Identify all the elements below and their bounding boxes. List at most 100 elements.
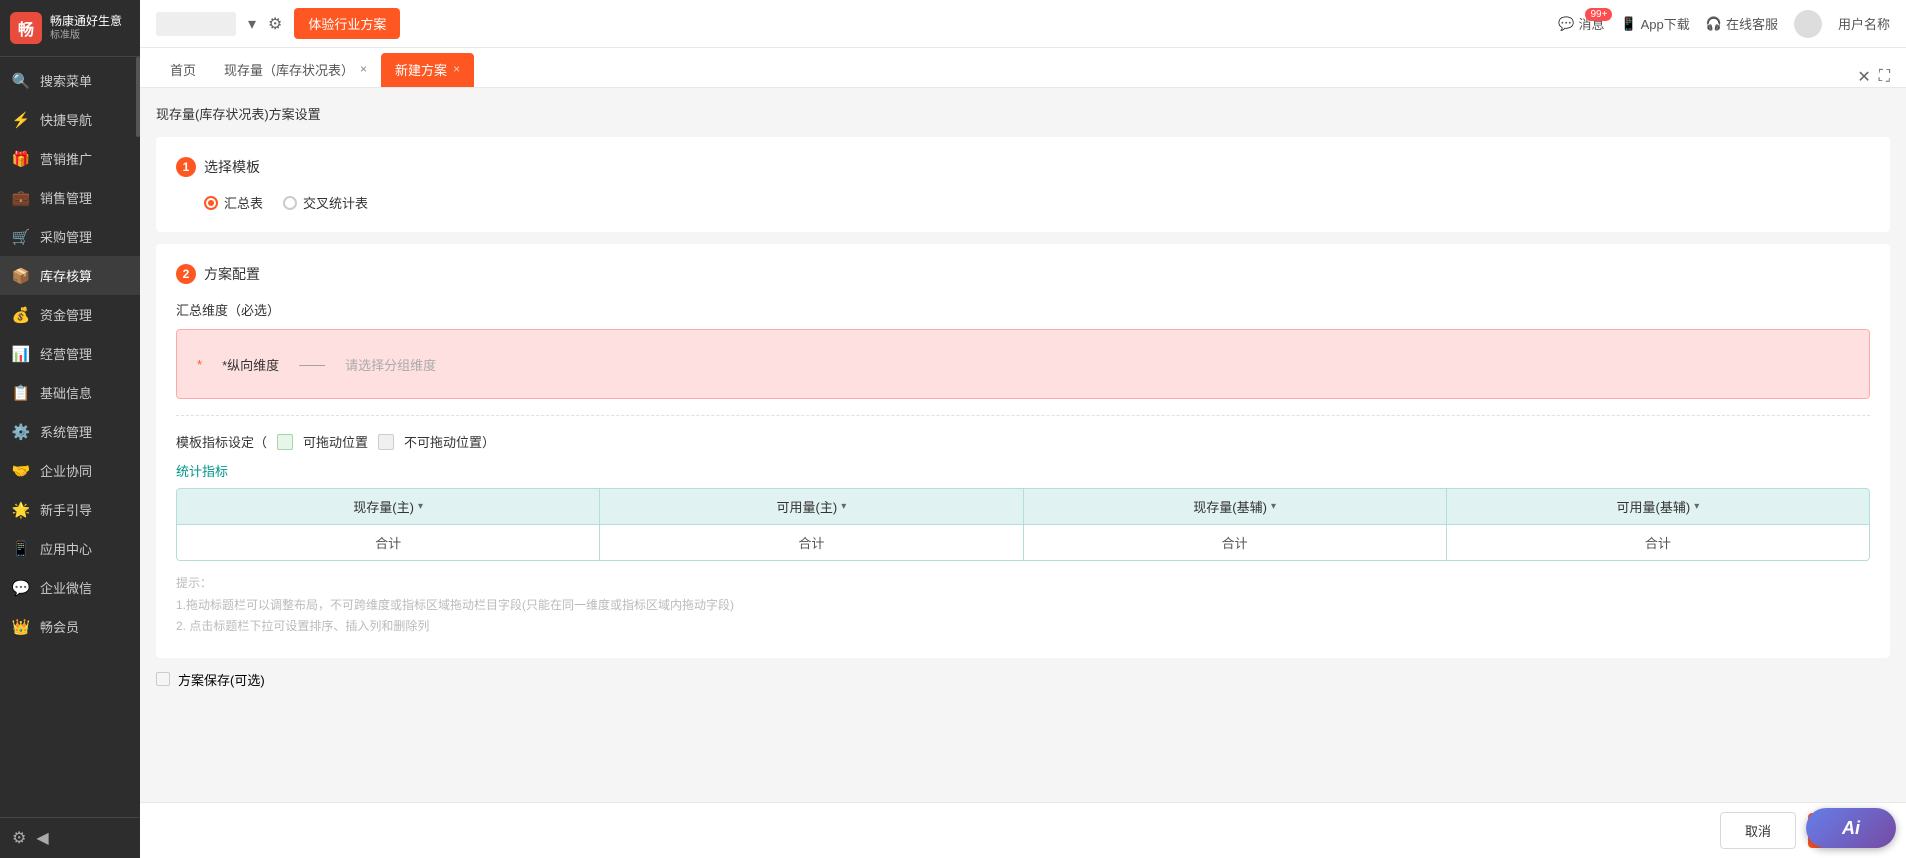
sidebar-item-finance[interactable]: 💰 资金管理: [0, 295, 140, 334]
tab-new-plan[interactable]: 新建方案 ×: [381, 53, 474, 87]
template-options: 汇总表 交叉统计表: [204, 193, 1870, 212]
tab-inventory-status[interactable]: 现存量（库存状况表） ×: [210, 53, 381, 87]
indicator-label: 模板指标设定（ 可拖动位置 不可拖动位置）: [176, 432, 1870, 451]
sidebar-item-label-basic-info: 基础信息: [40, 383, 92, 402]
operations-icon: 📊: [12, 345, 30, 363]
topbar-dropdown-icon[interactable]: ▾: [248, 14, 256, 34]
inventory-icon: 📦: [12, 267, 30, 285]
col-header-3[interactable]: 可用量(基辅) ▾: [1447, 489, 1869, 524]
marketing-icon: 🎁: [12, 150, 30, 168]
sidebar-item-quick-nav[interactable]: ⚡ 快捷导航: [0, 100, 140, 139]
col-dropdown-3[interactable]: ▾: [1694, 501, 1699, 512]
tips: 提示： 1.拖动标题栏可以调整布局，不可跨维度或指标区域拖动栏目字段(只能在同一…: [176, 573, 1870, 638]
sidebar-footer: ⚙ ◀: [0, 817, 140, 858]
sidebar-item-label-enterprise: 企业协同: [40, 461, 92, 480]
dim-dash: ——: [299, 357, 325, 372]
col-dropdown-2[interactable]: ▾: [1271, 501, 1276, 512]
stats-table: 现存量(主) ▾ 可用量(主) ▾ 现存量(基辅) ▾ 可用量(基辅) ▾: [176, 488, 1870, 561]
dim-placeholder[interactable]: 请选择分组维度: [345, 355, 436, 374]
sidebar-item-marketing[interactable]: 🎁 营销推广: [0, 139, 140, 178]
dim-label: 汇总维度（必选）: [176, 300, 1870, 319]
col-header-0[interactable]: 现存量(主) ▾: [177, 489, 600, 524]
page-title: 现存量(库存状况表)方案设置: [156, 104, 1890, 123]
basic-info-icon: 📋: [12, 384, 30, 402]
not-draggable-badge: [378, 434, 394, 450]
sidebar-item-wechat[interactable]: 💬 企业微信: [0, 568, 140, 607]
app-center-icon: 📱: [12, 540, 30, 558]
collapse-icon[interactable]: ◀: [36, 828, 48, 848]
purchase-icon: 🛒: [12, 228, 30, 246]
sidebar-item-label-inventory: 库存核算: [40, 266, 92, 285]
cancel-button[interactable]: 取消: [1720, 812, 1796, 849]
col-header-2[interactable]: 现存量(基辅) ▾: [1024, 489, 1447, 524]
settings-icon[interactable]: ⚙: [12, 828, 26, 848]
sidebar-item-sales[interactable]: 💼 销售管理: [0, 178, 140, 217]
save-checkbox[interactable]: [156, 672, 170, 686]
sidebar-nav: 🔍 搜索菜单 ⚡ 快捷导航 🎁 营销推广 💼 销售管理 🛒 采购管理 📦 库存核…: [0, 57, 140, 817]
topbar-logo: [156, 12, 236, 36]
radio-summary-table[interactable]: 汇总表: [204, 193, 263, 212]
sidebar-item-label-quick-nav: 快捷导航: [40, 110, 92, 129]
sidebar-item-member[interactable]: 👑 畅会员: [0, 607, 140, 646]
sidebar-item-search[interactable]: 🔍 搜索菜单: [0, 61, 140, 100]
sidebar-item-operations[interactable]: 📊 经营管理: [0, 334, 140, 373]
sidebar: 畅 畅康通好生意 标准版 🔍 搜索菜单 ⚡ 快捷导航 🎁 营销推广 💼 销售管理…: [0, 0, 140, 858]
dim-content: * *纵向维度 —— 请选择分组维度: [197, 355, 436, 374]
section1-num: 1: [176, 157, 196, 177]
system-icon: ⚙️: [12, 423, 30, 441]
topbar-gear-icon[interactable]: ⚙: [268, 14, 282, 34]
app-name: 畅康通好生意 标准版: [50, 13, 122, 44]
section1-header: 1 选择模板: [176, 157, 1870, 177]
sidebar-item-label-operations: 经营管理: [40, 344, 92, 363]
tab-inventory-close[interactable]: ×: [360, 62, 367, 76]
radio-cross-circle: [283, 196, 297, 210]
tab-home[interactable]: 首页: [156, 53, 210, 87]
sidebar-item-label-marketing: 营销推广: [40, 149, 92, 168]
online-service-btn[interactable]: 🎧 在线客服: [1706, 14, 1778, 33]
username: 用户名称: [1838, 14, 1890, 33]
ai-fab[interactable]: Ai: [1806, 808, 1896, 848]
message-btn[interactable]: 💬 消息 99+: [1558, 14, 1604, 33]
topbar-right: 💬 消息 99+ 📱 App下载 🎧 在线客服 用户名称: [1558, 10, 1890, 38]
section-template: 1 选择模板 汇总表 交叉统计表: [156, 137, 1890, 232]
sidebar-item-guide[interactable]: 🌟 新手引导: [0, 490, 140, 529]
tab-new-plan-close[interactable]: ×: [453, 62, 460, 76]
save-label: 方案保存(可选): [178, 670, 265, 689]
stats-table-body: 合计 合计 合计 合计: [177, 524, 1869, 560]
section2-title: 方案配置: [204, 264, 260, 284]
app-logo-icon: 畅: [10, 12, 42, 44]
sidebar-item-app-center[interactable]: 📱 应用中心: [0, 529, 140, 568]
sidebar-item-basic-info[interactable]: 📋 基础信息: [0, 373, 140, 412]
draggable-badge: [277, 434, 293, 450]
col-dropdown-1[interactable]: ▾: [841, 501, 846, 512]
main-area: ▾ ⚙ 体验行业方案 💬 消息 99+ 📱 App下载 🎧 在线客服 用户名称 …: [140, 0, 1906, 858]
message-icon: 💬: [1558, 16, 1574, 32]
col-body-1: 合计: [600, 525, 1023, 560]
sidebar-item-inventory[interactable]: 📦 库存核算: [0, 256, 140, 295]
stats-table-header: 现存量(主) ▾ 可用量(主) ▾ 现存量(基辅) ▾ 可用量(基辅) ▾: [177, 489, 1869, 524]
user-avatar[interactable]: [1794, 10, 1822, 38]
quick-nav-icon: ⚡: [12, 111, 30, 129]
window-expand-btn[interactable]: ⛶: [1879, 68, 1890, 86]
sidebar-item-label-sales: 销售管理: [40, 188, 92, 207]
save-option: 方案保存(可选): [156, 670, 1890, 689]
member-icon: 👑: [12, 618, 30, 636]
sales-icon: 💼: [12, 189, 30, 207]
dim-vertical-label: *纵向维度: [222, 355, 279, 374]
tab-bar: 首页 现存量（库存状况表） × 新建方案 × ✕ ⛶: [140, 48, 1906, 88]
bottom-bar: 取消 查询: [140, 802, 1906, 858]
sidebar-item-label-search: 搜索菜单: [40, 71, 92, 90]
app-download-btn[interactable]: 📱 App下载: [1620, 14, 1689, 33]
sidebar-item-label-app-center: 应用中心: [40, 539, 92, 558]
sidebar-logo: 畅 畅康通好生意 标准版: [0, 0, 140, 57]
sidebar-item-system[interactable]: ⚙️ 系统管理: [0, 412, 140, 451]
sidebar-item-enterprise[interactable]: 🤝 企业协同: [0, 451, 140, 490]
window-close-btn[interactable]: ✕: [1857, 67, 1870, 87]
sidebar-item-label-member: 畅会员: [40, 617, 79, 636]
col-header-1[interactable]: 可用量(主) ▾: [600, 489, 1023, 524]
col-dropdown-0[interactable]: ▾: [418, 501, 423, 512]
sidebar-item-label-guide: 新手引导: [40, 500, 92, 519]
sidebar-item-purchase[interactable]: 🛒 采购管理: [0, 217, 140, 256]
radio-cross-table[interactable]: 交叉统计表: [283, 193, 368, 212]
trial-btn[interactable]: 体验行业方案: [294, 8, 400, 39]
